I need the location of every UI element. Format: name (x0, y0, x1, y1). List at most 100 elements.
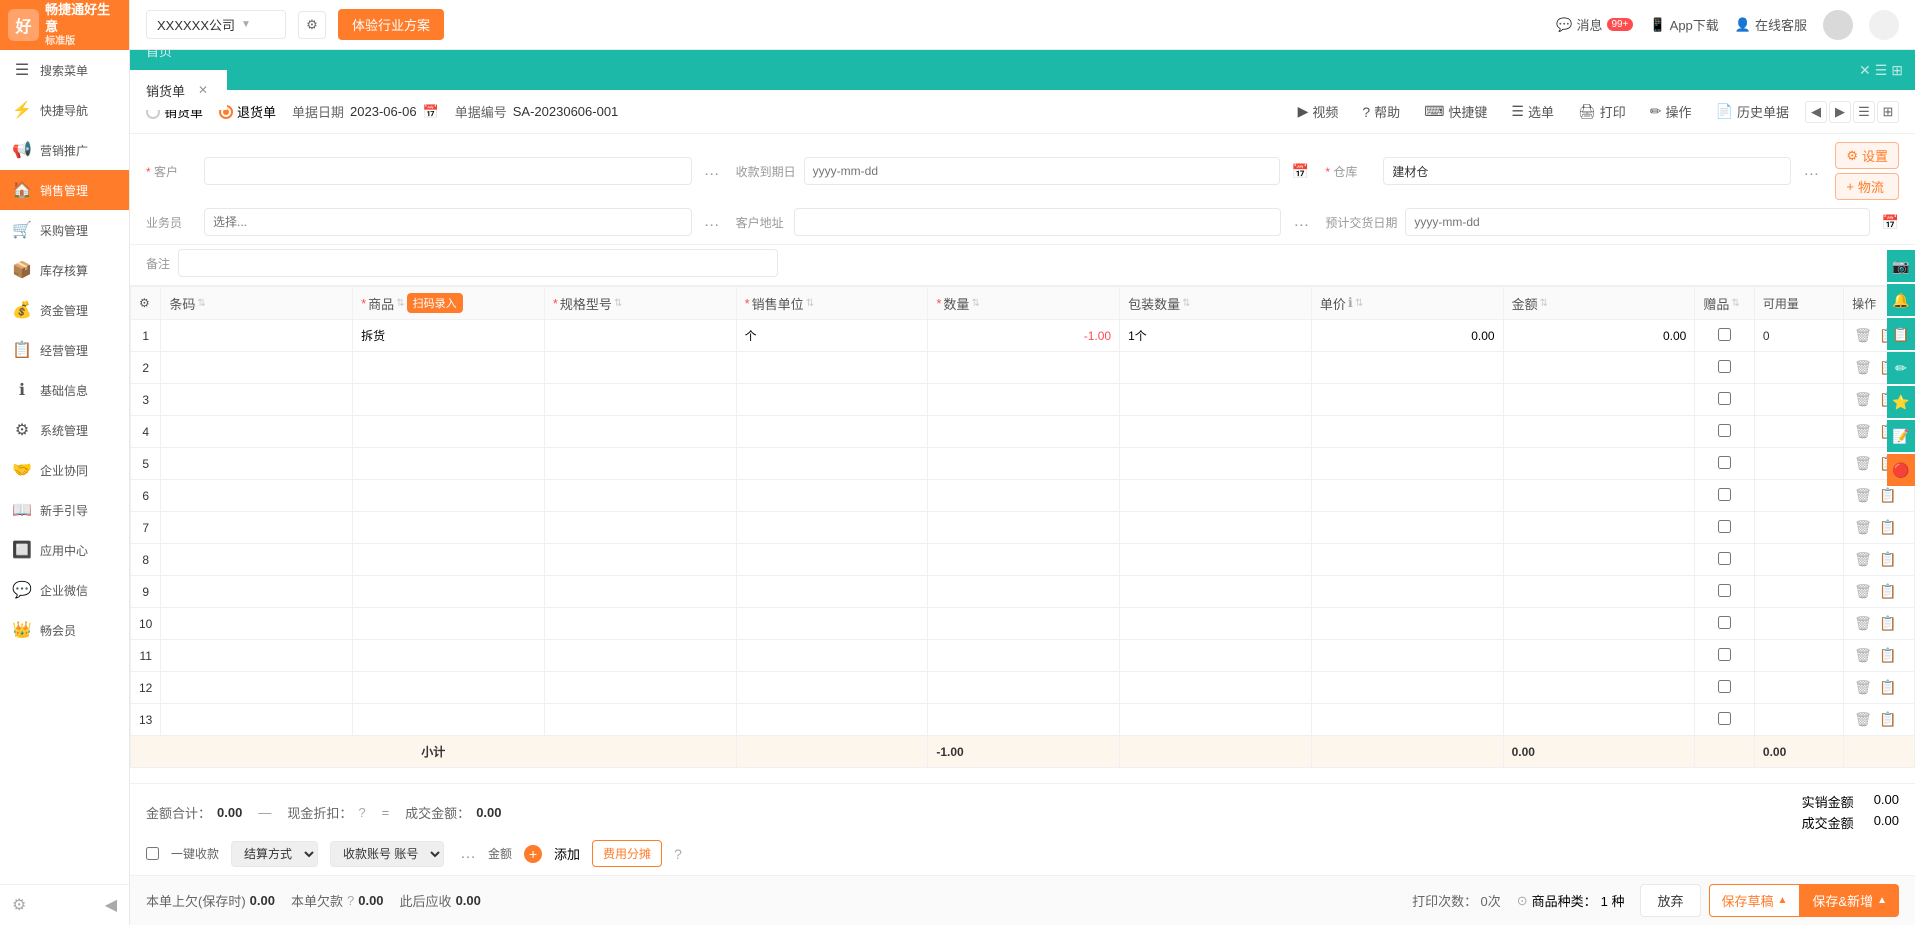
product-input[interactable] (361, 713, 536, 727)
cell-pack-qty[interactable] (1120, 640, 1312, 672)
cell-qty[interactable] (928, 448, 1120, 480)
toolbar-btn-视频[interactable]: ▶ 视频 (1290, 98, 1347, 125)
unit-price-input[interactable] (1320, 585, 1495, 599)
toolbar-btn-操作[interactable]: ✏ 操作 (1642, 98, 1700, 125)
unit-input[interactable] (745, 617, 920, 631)
cell-product[interactable] (353, 480, 545, 512)
float-star-btn[interactable]: ⭐ (1887, 386, 1915, 418)
barcode-input[interactable] (169, 713, 344, 727)
expected-delivery-calendar-icon[interactable]: 📅 (1882, 214, 1899, 231)
qty-input[interactable] (936, 425, 1111, 439)
online-support-btn[interactable]: 👤 在线客服 (1735, 15, 1807, 34)
cell-pack-qty[interactable] (1120, 672, 1312, 704)
gift-checkbox[interactable] (1718, 360, 1731, 373)
delete-row-icon[interactable]: 🗑 (1854, 327, 1872, 343)
cell-pack-qty[interactable] (1120, 544, 1312, 576)
cell-gift[interactable] (1695, 352, 1755, 384)
cell-amount[interactable] (1503, 416, 1695, 448)
gift-checkbox[interactable] (1718, 488, 1731, 501)
cell-product[interactable] (353, 640, 545, 672)
float-edit-btn[interactable]: ✏ (1887, 352, 1915, 384)
toolbar-btn-快捷键[interactable]: ⌨ 快捷键 (1416, 98, 1495, 125)
sidebar-item-资金管理[interactable]: 💰 资金管理 (0, 290, 129, 330)
unit-price-input[interactable] (1320, 425, 1495, 439)
avatar[interactable] (1823, 10, 1853, 40)
qty-input[interactable] (936, 329, 1111, 343)
cell-unit[interactable] (736, 416, 928, 448)
cell-unit-price[interactable] (1311, 352, 1503, 384)
cell-product[interactable] (353, 544, 545, 576)
customer-input[interactable] (204, 157, 692, 185)
cell-gift[interactable] (1695, 608, 1755, 640)
cell-product[interactable] (353, 448, 545, 480)
cell-amount[interactable] (1503, 608, 1695, 640)
unit-price-input[interactable] (1320, 393, 1495, 407)
delete-row-icon[interactable]: 🗑 (1854, 359, 1872, 375)
cell-unit-price[interactable] (1311, 608, 1503, 640)
product-type-icon[interactable]: ⊙ (1517, 893, 1528, 909)
qty-input[interactable] (936, 393, 1111, 407)
cell-amount[interactable] (1503, 352, 1695, 384)
product-input[interactable] (361, 361, 536, 375)
copy-row-icon[interactable]: 📋 (1879, 583, 1896, 599)
cell-amount[interactable] (1503, 480, 1695, 512)
amount-input[interactable] (1512, 361, 1687, 375)
logistics-action-btn[interactable]: + 物流 (1835, 173, 1899, 200)
copy-row-icon[interactable]: 📋 (1879, 519, 1896, 535)
warehouse-more-icon[interactable]: … (1803, 162, 1819, 180)
unit-input[interactable] (745, 393, 920, 407)
cell-gift[interactable] (1695, 672, 1755, 704)
cell-unit-price[interactable] (1311, 672, 1503, 704)
cell-unit-price[interactable] (1311, 448, 1503, 480)
sidebar-item-搜索菜单[interactable]: ☰ 搜索菜单 (0, 50, 129, 90)
cell-pack-qty[interactable] (1120, 448, 1312, 480)
spec-input[interactable] (553, 329, 728, 343)
expected-delivery-input[interactable] (1405, 208, 1869, 236)
qty-input[interactable] (936, 649, 1111, 663)
cell-barcode[interactable] (161, 640, 353, 672)
copy-row-icon[interactable]: 📋 (1879, 647, 1896, 663)
barcode-input[interactable] (169, 425, 344, 439)
cell-barcode[interactable] (161, 480, 353, 512)
cell-unit[interactable] (736, 640, 928, 672)
gift-checkbox[interactable] (1718, 616, 1731, 629)
copy-row-icon[interactable]: 📋 (1879, 487, 1896, 503)
cell-unit-price[interactable] (1311, 640, 1503, 672)
pack-qty-input[interactable] (1128, 393, 1303, 407)
cell-qty[interactable] (928, 352, 1120, 384)
sidebar-item-新手引导[interactable]: 📖 新手引导 (0, 490, 129, 530)
cell-unit[interactable] (736, 352, 928, 384)
gift-checkbox[interactable] (1718, 584, 1731, 597)
cell-spec[interactable] (544, 480, 736, 512)
amount-input[interactable] (1512, 649, 1687, 663)
cell-unit[interactable] (736, 672, 928, 704)
amount-input[interactable] (1512, 393, 1687, 407)
spec-input[interactable] (553, 457, 728, 471)
qty-input[interactable] (936, 489, 1111, 503)
cell-amount[interactable] (1503, 576, 1695, 608)
float-camera-btn[interactable]: 📷 (1887, 250, 1915, 282)
product-input[interactable] (361, 681, 536, 695)
radio-return[interactable]: 退货单 (219, 102, 276, 121)
cell-gift[interactable] (1695, 448, 1755, 480)
expense-help-icon[interactable]: ? (674, 846, 682, 862)
next-btn[interactable]: ▶ (1829, 101, 1851, 123)
cell-barcode[interactable] (161, 608, 353, 640)
barcode-input[interactable] (169, 521, 344, 535)
cell-spec[interactable] (544, 672, 736, 704)
cell-qty[interactable] (928, 640, 1120, 672)
close-all-icon[interactable]: ✕ (1859, 62, 1871, 79)
gift-checkbox[interactable] (1718, 520, 1731, 533)
company-selector[interactable]: XXXXXX公司 ▼ (146, 10, 286, 39)
cell-unit-price[interactable] (1311, 576, 1503, 608)
amount-input[interactable] (1512, 617, 1687, 631)
qty-input[interactable] (936, 585, 1111, 599)
cell-amount[interactable] (1503, 512, 1695, 544)
copy-row-icon[interactable]: 📋 (1879, 615, 1896, 631)
cell-barcode[interactable] (161, 384, 353, 416)
amount-input[interactable] (1512, 585, 1687, 599)
cell-product[interactable] (353, 576, 545, 608)
barcode-input[interactable] (169, 457, 344, 471)
sidebar-item-经营管理[interactable]: 📋 经营管理 (0, 330, 129, 370)
cell-pack-qty[interactable] (1120, 512, 1312, 544)
